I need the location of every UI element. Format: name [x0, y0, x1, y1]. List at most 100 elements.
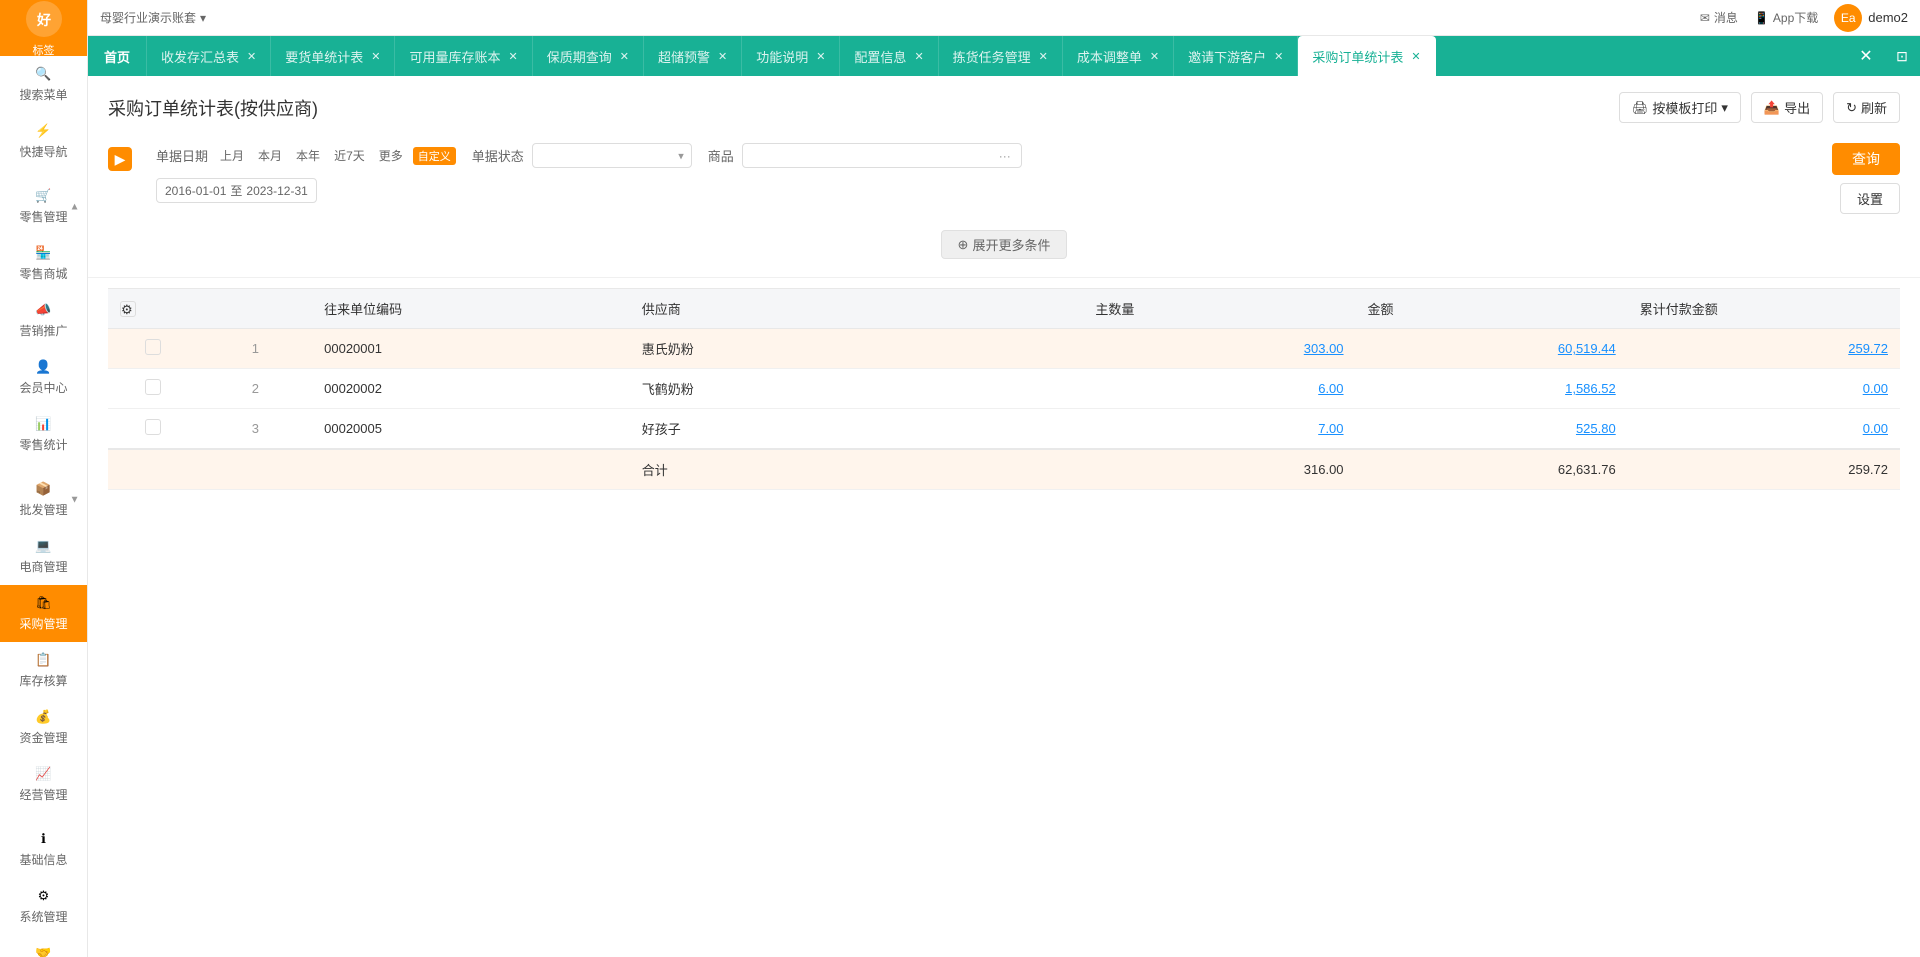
tab-cost-adjust[interactable]: 成本调整单 ✕ — [1063, 36, 1174, 76]
date-shortcut-last-month[interactable]: 上月 — [216, 145, 248, 166]
sidebar-item-inventory[interactable]: 📋 库存核算 — [0, 642, 88, 699]
date-from: 2016-01-01 — [165, 184, 226, 198]
date-shortcuts: 上月 本月 本年 近7天 更多 自定义 — [216, 145, 456, 166]
sidebar-item-marketing[interactable]: 📣 营销推广 — [0, 292, 88, 349]
sidebar-item-retail-stat[interactable]: 📊 零售统计 — [0, 406, 88, 463]
sidebar-item-basic[interactable]: ℹ 基础信息 — [0, 821, 88, 878]
expand-down-icon: ⊕ — [958, 237, 969, 253]
close-icon-tab-3[interactable]: ✕ — [620, 50, 629, 63]
close-all-tabs-button[interactable]: ✕ — [1848, 36, 1884, 76]
expand-tabs-button[interactable]: ⊡ — [1884, 36, 1920, 76]
row-checkbox[interactable] — [145, 339, 161, 355]
row-checkbox[interactable] — [145, 419, 161, 435]
sidebar-item-label-ecommerce: 电商管理 — [19, 558, 67, 575]
app-download-button[interactable]: 📱 App下载 — [1754, 9, 1818, 26]
status-select-wrapper — [532, 143, 692, 168]
th-paid: 累计付款金额 — [1628, 289, 1900, 329]
table-footer: 合计 316.00 62,631.76 259.72 — [108, 449, 1900, 490]
tab-config[interactable]: 配置信息 ✕ — [840, 36, 938, 76]
account-selector[interactable]: 母婴行业演示账套 ▾ — [100, 9, 206, 26]
footer-amount: 62,631.76 — [1356, 449, 1628, 490]
close-icon-tab-7[interactable]: ✕ — [1039, 50, 1048, 63]
sidebar-item-collab[interactable]: 🤝 企业协同 — [0, 935, 88, 957]
tab-usable-inventory[interactable]: 可用量库存账本 ✕ — [395, 36, 532, 76]
sidebar-item-search[interactable]: 🔍 搜索菜单 — [0, 56, 88, 113]
tab-quality-query-label: 保质期查询 — [547, 47, 612, 66]
sidebar-item-ecommerce[interactable]: 💻 电商管理 — [0, 528, 88, 585]
date-shortcut-more[interactable]: 更多 — [375, 145, 407, 166]
sidebar-item-wholesale[interactable]: 📦 批发管理 ▼ — [0, 471, 88, 528]
page-content: 采购订单统计表(按供应商) 🖨 按模板打印 ▾ 📤 导出 ↻ 刷新 — [88, 76, 1920, 957]
date-shortcut-7days[interactable]: 近7天 — [330, 145, 369, 166]
msg-button[interactable]: ✉ 消息 — [1700, 9, 1738, 26]
footer-qty: 316.00 — [1083, 449, 1355, 490]
goods-input[interactable] — [751, 148, 997, 163]
close-icon-tab-4[interactable]: ✕ — [718, 50, 727, 63]
page-title: 采购订单统计表(按供应商) — [108, 95, 318, 121]
table-area: ⚙ 往来单位编码 供应商 主数量 金额 累计付款金额 1 — [88, 278, 1920, 490]
settings-button[interactable]: 设置 — [1840, 183, 1900, 214]
user-name: demo2 — [1868, 10, 1908, 25]
search-icon: 🔍 — [35, 66, 51, 82]
table-header: ⚙ 往来单位编码 供应商 主数量 金额 累计付款金额 — [108, 289, 1900, 329]
refresh-button[interactable]: ↻ 刷新 — [1833, 92, 1900, 123]
tab-overstock[interactable]: 超储预警 ✕ — [644, 36, 742, 76]
avatar-text: Ea — [1841, 11, 1856, 25]
row-checkbox[interactable] — [145, 379, 161, 395]
tab-home[interactable]: 首页 — [88, 36, 147, 76]
print-button[interactable]: 🖨 按模板打印 ▾ — [1619, 92, 1741, 123]
expand-more-button[interactable]: ⊕ 展开更多条件 — [941, 230, 1068, 259]
row-check-cell — [108, 409, 199, 450]
close-icon-tab-1[interactable]: ✕ — [371, 50, 380, 63]
tab-quality-query[interactable]: 保质期查询 ✕ — [533, 36, 644, 76]
more-options-icon[interactable]: ··· — [997, 149, 1013, 163]
date-shortcut-this-year[interactable]: 本年 — [292, 145, 324, 166]
tab-order-stat[interactable]: 要货单统计表 ✕ — [271, 36, 395, 76]
export-button[interactable]: 📤 导出 — [1751, 92, 1823, 123]
close-icon-tab-6[interactable]: ✕ — [914, 50, 923, 63]
row-supplier: 好孩子 — [630, 409, 1084, 450]
sidebar-item-system[interactable]: ⚙ 系统管理 — [0, 878, 88, 935]
close-icon-tab-8[interactable]: ✕ — [1150, 50, 1159, 63]
biz-icon: 📈 — [35, 766, 51, 782]
close-icon-tab-2[interactable]: ✕ — [509, 50, 518, 63]
tab-func-desc[interactable]: 功能说明 ✕ — [742, 36, 840, 76]
row-amount: 525.80 — [1356, 409, 1628, 450]
tab-collect-sum[interactable]: 收发存汇总表 ✕ — [147, 36, 271, 76]
table-row[interactable]: 3 00020005 好孩子 7.00 525.80 0.00 — [108, 409, 1900, 450]
row-qty: 7.00 — [1083, 409, 1355, 450]
row-amount: 1,586.52 — [1356, 369, 1628, 409]
sidebar-item-retail-mall[interactable]: 🏪 零售商城 — [0, 235, 88, 292]
user-menu[interactable]: Ea demo2 — [1834, 4, 1908, 32]
filter-status-item: 单据状态 — [472, 143, 692, 168]
sidebar-item-member[interactable]: 👤 会员中心 — [0, 349, 88, 406]
chevron-down-icon-account: ▾ — [200, 11, 206, 25]
select-all-checkbox[interactable]: ⚙ — [120, 301, 136, 317]
date-range-display[interactable]: 2016-01-01 至 2023-12-31 — [156, 178, 317, 203]
close-icon-tab-10[interactable]: ✕ — [1411, 50, 1420, 63]
filter-collapse-button[interactable]: ▶ — [108, 147, 132, 171]
tab-func-desc-label: 功能说明 — [756, 47, 808, 66]
close-icon-tab-5[interactable]: ✕ — [816, 50, 825, 63]
tab-invite-downstream[interactable]: 邀请下游客户 ✕ — [1174, 36, 1298, 76]
sidebar-item-finance[interactable]: 💰 资金管理 — [0, 699, 88, 756]
tab-pick-task[interactable]: 拣货任务管理 ✕ — [939, 36, 1063, 76]
sidebar-item-label-marketing: 营销推广 — [19, 322, 67, 339]
table-row[interactable]: 1 00020001 惠氏奶粉 303.00 60,519.44 259.72 — [108, 329, 1900, 369]
status-select[interactable] — [532, 143, 692, 168]
table-row[interactable]: 2 00020002 飞鹤奶粉 6.00 1,586.52 0.00 — [108, 369, 1900, 409]
tab-purchase-order-stat[interactable]: 采购订单统计表 ✕ — [1298, 36, 1435, 76]
query-button[interactable]: 查询 — [1832, 143, 1900, 175]
sidebar-item-quick-nav[interactable]: ⚡ 快捷导航 — [0, 113, 88, 170]
row-paid: 0.00 — [1628, 409, 1900, 450]
system-icon: ⚙ — [38, 888, 50, 904]
tab-cost-adjust-label: 成本调整单 — [1077, 47, 1142, 66]
sidebar-item-purchase[interactable]: 🛍 采购管理 — [0, 585, 88, 642]
row-paid: 0.00 — [1628, 369, 1900, 409]
sidebar-item-biz[interactable]: 📈 经营管理 — [0, 756, 88, 813]
tab-usable-inventory-label: 可用量库存账本 — [409, 47, 500, 66]
date-shortcut-this-month[interactable]: 本月 — [254, 145, 286, 166]
sidebar-item-retail[interactable]: 🛒 零售管理 ▲ — [0, 178, 88, 235]
close-icon-tab-9[interactable]: ✕ — [1274, 50, 1283, 63]
close-icon-tab-0[interactable]: ✕ — [247, 50, 256, 63]
